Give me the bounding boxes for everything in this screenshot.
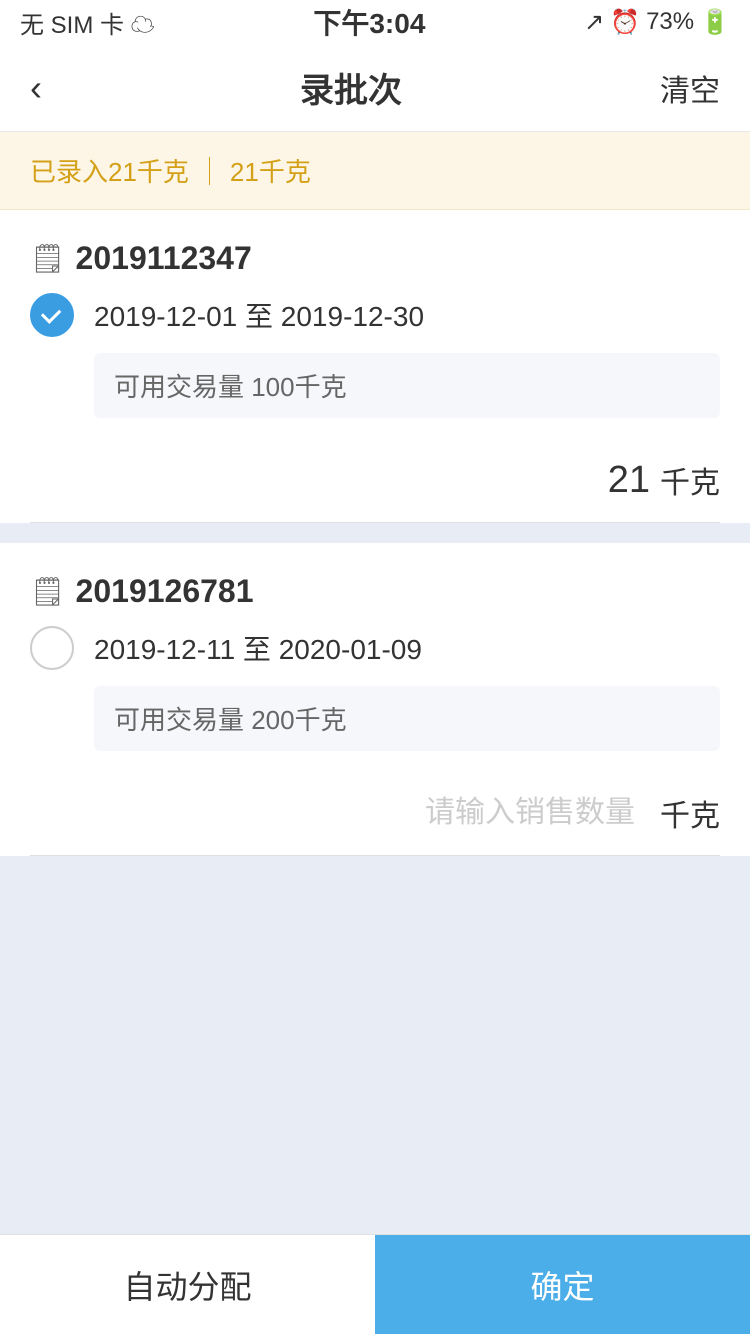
back-button[interactable]: ‹	[30, 67, 42, 109]
batch1-row[interactable]: 2019-12-01 至 2019-12-30	[30, 293, 720, 337]
clear-button[interactable]: 清空	[660, 66, 720, 110]
batch2-date: 2019-12-11 至 2020-01-09	[94, 628, 422, 668]
alarm-icon: ⏰	[610, 8, 640, 37]
batch2-id: 2019126781	[76, 573, 254, 610]
batch2-availability: 可用交易量 200千克	[94, 686, 720, 751]
battery-text: 73%	[646, 8, 694, 36]
nav-bar: ‹ 录批次 清空	[0, 44, 750, 132]
batch2-icon: 🗒	[30, 575, 66, 608]
status-bar: 无 SIM 卡 ☁ 下午3:04 ↗ ⏰ 73% 🔋	[0, 0, 750, 44]
summary-divider	[209, 157, 210, 185]
batch1-date: 2019-12-01 至 2019-12-30	[94, 295, 424, 335]
batch2-radio[interactable]	[30, 626, 74, 670]
batch1-radio[interactable]	[30, 293, 74, 337]
batch1-availability: 可用交易量 100千克	[94, 353, 720, 418]
status-left: 无 SIM 卡 ☁	[20, 5, 155, 40]
sim-signal: 无 SIM 卡 ☁	[20, 5, 155, 40]
batch1-icon: 🗒	[30, 242, 66, 275]
batch2-row[interactable]: 2019-12-11 至 2020-01-09	[30, 626, 720, 670]
batch2-card: 🗒 2019126781 2019-12-11 至 2020-01-09 可用交…	[0, 543, 750, 856]
batch1-header: 🗒 2019112347	[30, 240, 720, 277]
bottom-buttons: 自动分配 确定	[0, 1234, 750, 1334]
section-divider	[0, 523, 750, 543]
auto-distribute-button[interactable]: 自动分配	[0, 1235, 375, 1334]
batch1-avail-text: 可用交易量 100千克	[114, 372, 347, 402]
page-title: 录批次	[300, 63, 402, 112]
summary-value: 21千克	[230, 152, 311, 189]
batch2-header: 🗒 2019126781	[30, 573, 720, 610]
batch2-input-row[interactable]: 千克	[30, 771, 720, 856]
batch1-quantity-row: 21 千克	[30, 438, 720, 523]
status-right: ↗ ⏰ 73% 🔋	[584, 8, 730, 37]
batch2-unit: 千克	[660, 791, 720, 835]
batch2-avail-text: 可用交易量 200千克	[114, 705, 347, 735]
summary-banner: 已录入21千克 21千克	[0, 132, 750, 210]
battery-icon: 🔋	[700, 8, 730, 37]
batch1-unit: 千克	[660, 458, 720, 502]
location-icon: ↗	[584, 8, 604, 37]
batch1-id: 2019112347	[76, 240, 252, 277]
batch1-card: 🗒 2019112347 2019-12-01 至 2019-12-30 可用交…	[0, 210, 750, 523]
recorded-label: 已录入21千克	[30, 152, 189, 189]
confirm-button[interactable]: 确定	[375, 1235, 750, 1334]
quantity-input[interactable]	[30, 796, 650, 830]
batch1-quantity-value: 21	[608, 459, 650, 502]
status-time: 下午3:04	[313, 2, 425, 42]
